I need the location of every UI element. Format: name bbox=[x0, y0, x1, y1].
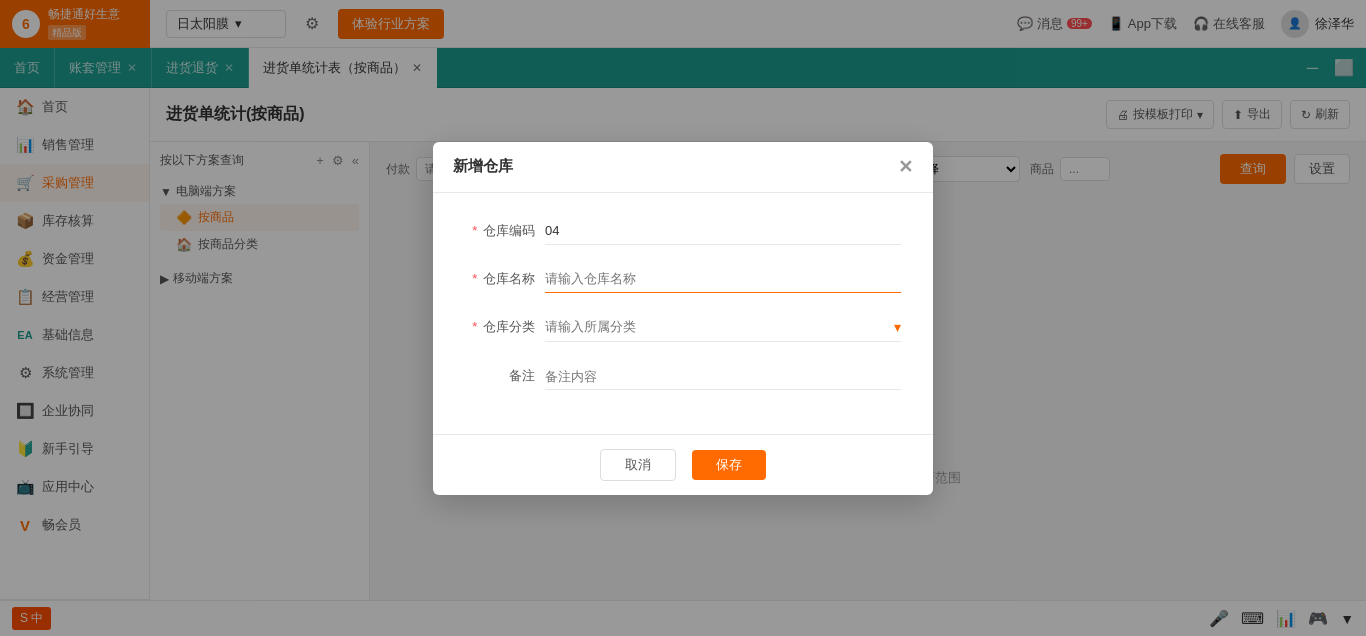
modal-body: * 仓库编码 * 仓库名称 * 仓库分类 bbox=[433, 193, 933, 434]
modal-overlay[interactable]: 新增仓库 ✕ * 仓库编码 * 仓库名称 bbox=[0, 0, 1366, 636]
form-row-category: * 仓库分类 ▾ bbox=[465, 313, 901, 342]
form-label-note: 备注 bbox=[465, 367, 545, 385]
warehouse-category-wrapper: ▾ bbox=[545, 313, 901, 342]
modal-close-button[interactable]: ✕ bbox=[898, 156, 913, 178]
modal-footer: 取消 保存 bbox=[433, 434, 933, 495]
warehouse-name-input[interactable] bbox=[545, 265, 901, 293]
category-arrow-icon[interactable]: ▾ bbox=[894, 319, 901, 335]
form-label-name: * 仓库名称 bbox=[465, 270, 545, 288]
save-button[interactable]: 保存 bbox=[692, 450, 766, 480]
form-label-category: * 仓库分类 bbox=[465, 318, 545, 336]
modal-header: 新增仓库 ✕ bbox=[433, 142, 933, 193]
form-row-note: 备注 bbox=[465, 362, 901, 390]
cancel-button[interactable]: 取消 bbox=[600, 449, 676, 481]
modal-title: 新增仓库 bbox=[453, 157, 513, 176]
form-label-code: * 仓库编码 bbox=[465, 222, 545, 240]
warehouse-note-input[interactable] bbox=[545, 362, 901, 390]
new-warehouse-modal: 新增仓库 ✕ * 仓库编码 * 仓库名称 bbox=[433, 142, 933, 495]
warehouse-code-input[interactable] bbox=[545, 217, 901, 245]
form-row-name: * 仓库名称 bbox=[465, 265, 901, 293]
form-row-code: * 仓库编码 bbox=[465, 217, 901, 245]
warehouse-category-input[interactable] bbox=[545, 319, 894, 334]
